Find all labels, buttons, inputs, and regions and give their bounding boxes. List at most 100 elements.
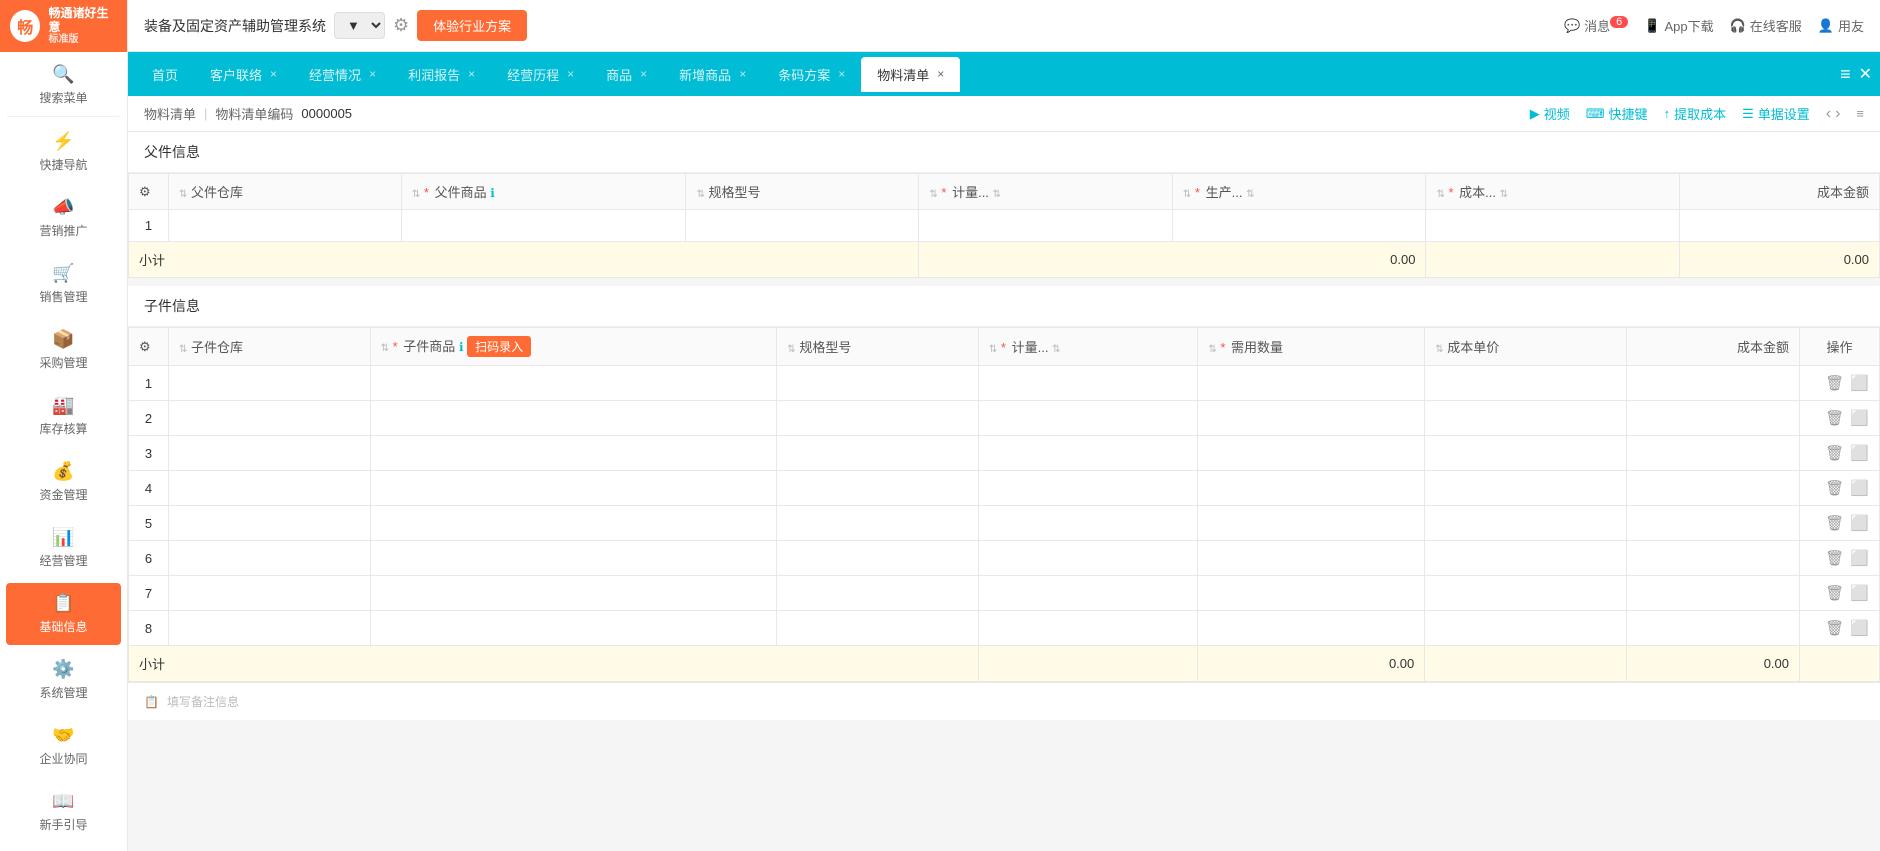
tab-barcode-close[interactable]: ×: [838, 67, 845, 81]
tab-barcode[interactable]: 条码方案 ×: [762, 57, 861, 92]
extract-cost-btn[interactable]: ↑ 提取成本: [1664, 104, 1727, 123]
sidebar-item-guide[interactable]: 📖 新手引导: [6, 781, 121, 843]
child-unit-5[interactable]: [978, 506, 1197, 541]
copy-icon-7[interactable]: ⬜: [1850, 584, 1869, 602]
delete-icon-2[interactable]: 🗑: [1825, 409, 1844, 427]
child-product-1[interactable]: [370, 366, 777, 401]
child-cost-unit-4[interactable]: [1425, 471, 1627, 506]
child-warehouse-6[interactable]: [169, 541, 371, 576]
copy-icon-2[interactable]: ⬜: [1850, 409, 1869, 427]
delete-icon-8[interactable]: 🗑: [1825, 619, 1844, 637]
child-qty-2[interactable]: [1198, 401, 1425, 436]
tab-history-close[interactable]: ×: [567, 67, 574, 81]
copy-icon-1[interactable]: ⬜: [1850, 374, 1869, 392]
single-settings-btn[interactable]: ☰ 单据设置: [1742, 104, 1810, 123]
delete-icon-3[interactable]: 🗑: [1825, 444, 1844, 462]
online-service-btn[interactable]: 🎧 在线客服: [1730, 16, 1802, 35]
child-spec-1[interactable]: [777, 366, 979, 401]
child-warehouse-7[interactable]: [169, 576, 371, 611]
tab-product[interactable]: 商品 ×: [590, 57, 663, 92]
child-qty-7[interactable]: [1198, 576, 1425, 611]
delete-icon-4[interactable]: 🗑: [1825, 479, 1844, 497]
settings-gear-icon[interactable]: ⚙: [393, 15, 409, 36]
parent-spec-1[interactable]: [686, 210, 919, 242]
child-warehouse-4[interactable]: [169, 471, 371, 506]
child-cost-unit-6[interactable]: [1425, 541, 1627, 576]
child-cost-unit-2[interactable]: [1425, 401, 1627, 436]
child-qty-1[interactable]: [1198, 366, 1425, 401]
note-placeholder[interactable]: 填写备注信息: [167, 693, 239, 710]
child-spec-2[interactable]: [777, 401, 979, 436]
child-cost-unit-5[interactable]: [1425, 506, 1627, 541]
tab-customer-close[interactable]: ×: [270, 67, 277, 81]
child-spec-5[interactable]: [777, 506, 979, 541]
sidebar-item-quick-nav[interactable]: ⚡ 快捷导航: [6, 121, 121, 183]
child-qty-3[interactable]: [1198, 436, 1425, 471]
sidebar-item-inventory[interactable]: 🏭 库存核算: [6, 385, 121, 447]
close-all-tabs[interactable]: ≡: [1840, 64, 1851, 85]
copy-icon-4[interactable]: ⬜: [1850, 479, 1869, 497]
experience-btn[interactable]: 体验行业方案: [417, 10, 527, 41]
sidebar-item-finance[interactable]: 💰 资金管理: [6, 451, 121, 513]
tab-customer[interactable]: 客户联络 ×: [194, 57, 293, 92]
child-spec-4[interactable]: [777, 471, 979, 506]
th-settings-parent[interactable]: ⚙: [129, 174, 169, 210]
child-cost-unit-8[interactable]: [1425, 611, 1627, 646]
child-product-6[interactable]: [370, 541, 777, 576]
child-product-4[interactable]: [370, 471, 777, 506]
close-page-icon[interactable]: ✕: [1859, 64, 1872, 84]
child-cost-unit-7[interactable]: [1425, 576, 1627, 611]
tab-profit[interactable]: 利润报告 ×: [392, 57, 491, 92]
delete-icon-6[interactable]: 🗑: [1825, 549, 1844, 567]
tab-history[interactable]: 经营历程 ×: [491, 57, 590, 92]
child-qty-6[interactable]: [1198, 541, 1425, 576]
list-view-icon[interactable]: ≡: [1856, 106, 1864, 121]
copy-icon-3[interactable]: ⬜: [1850, 444, 1869, 462]
th-settings-child[interactable]: ⚙: [129, 328, 169, 366]
user-menu[interactable]: 👤 用友: [1818, 16, 1864, 35]
delete-icon-7[interactable]: 🗑: [1825, 584, 1844, 602]
sidebar-item-marketing[interactable]: 📣 营销推广: [6, 187, 121, 249]
sidebar-item-search[interactable]: 🔍 搜索菜单: [6, 54, 121, 117]
child-warehouse-5[interactable]: [169, 506, 371, 541]
child-product-3[interactable]: [370, 436, 777, 471]
child-unit-2[interactable]: [978, 401, 1197, 436]
child-unit-3[interactable]: [978, 436, 1197, 471]
child-unit-4[interactable]: [978, 471, 1197, 506]
child-product-7[interactable]: [370, 576, 777, 611]
parent-cost-1[interactable]: [1426, 210, 1680, 242]
child-warehouse-3[interactable]: [169, 436, 371, 471]
child-cost-unit-3[interactable]: [1425, 436, 1627, 471]
sidebar-item-system[interactable]: ⚙️ 系统管理: [6, 649, 121, 711]
sidebar-item-purchase[interactable]: 📦 采购管理: [6, 319, 121, 381]
tab-operations[interactable]: 经营情况 ×: [293, 57, 392, 92]
child-spec-8[interactable]: [777, 611, 979, 646]
child-qty-4[interactable]: [1198, 471, 1425, 506]
delete-icon-1[interactable]: 🗑: [1825, 374, 1844, 392]
child-unit-1[interactable]: [978, 366, 1197, 401]
tab-bom[interactable]: 物料清单 ×: [861, 57, 960, 92]
child-qty-5[interactable]: [1198, 506, 1425, 541]
child-product-8[interactable]: [370, 611, 777, 646]
scan-button[interactable]: 扫码录入: [467, 336, 531, 357]
tab-product-close[interactable]: ×: [640, 67, 647, 81]
child-warehouse-1[interactable]: [169, 366, 371, 401]
child-spec-6[interactable]: [777, 541, 979, 576]
child-product-2[interactable]: [370, 401, 777, 436]
tab-home[interactable]: 首页: [136, 57, 194, 92]
sidebar-item-basic[interactable]: 📋 基础信息: [6, 583, 121, 645]
child-qty-8[interactable]: [1198, 611, 1425, 646]
child-warehouse-2[interactable]: [169, 401, 371, 436]
app-download-btn[interactable]: 📱 App下载: [1644, 16, 1713, 35]
sidebar-item-enterprise[interactable]: 🤝 企业协同: [6, 715, 121, 777]
tab-operations-close[interactable]: ×: [369, 67, 376, 81]
prev-arrow[interactable]: ‹: [1826, 105, 1831, 123]
tab-new-product[interactable]: 新增商品 ×: [663, 57, 762, 92]
child-spec-3[interactable]: [777, 436, 979, 471]
copy-icon-6[interactable]: ⬜: [1850, 549, 1869, 567]
child-unit-7[interactable]: [978, 576, 1197, 611]
child-unit-8[interactable]: [978, 611, 1197, 646]
child-warehouse-8[interactable]: [169, 611, 371, 646]
parent-production-1[interactable]: [1172, 210, 1426, 242]
parent-unit-1[interactable]: [919, 210, 1173, 242]
